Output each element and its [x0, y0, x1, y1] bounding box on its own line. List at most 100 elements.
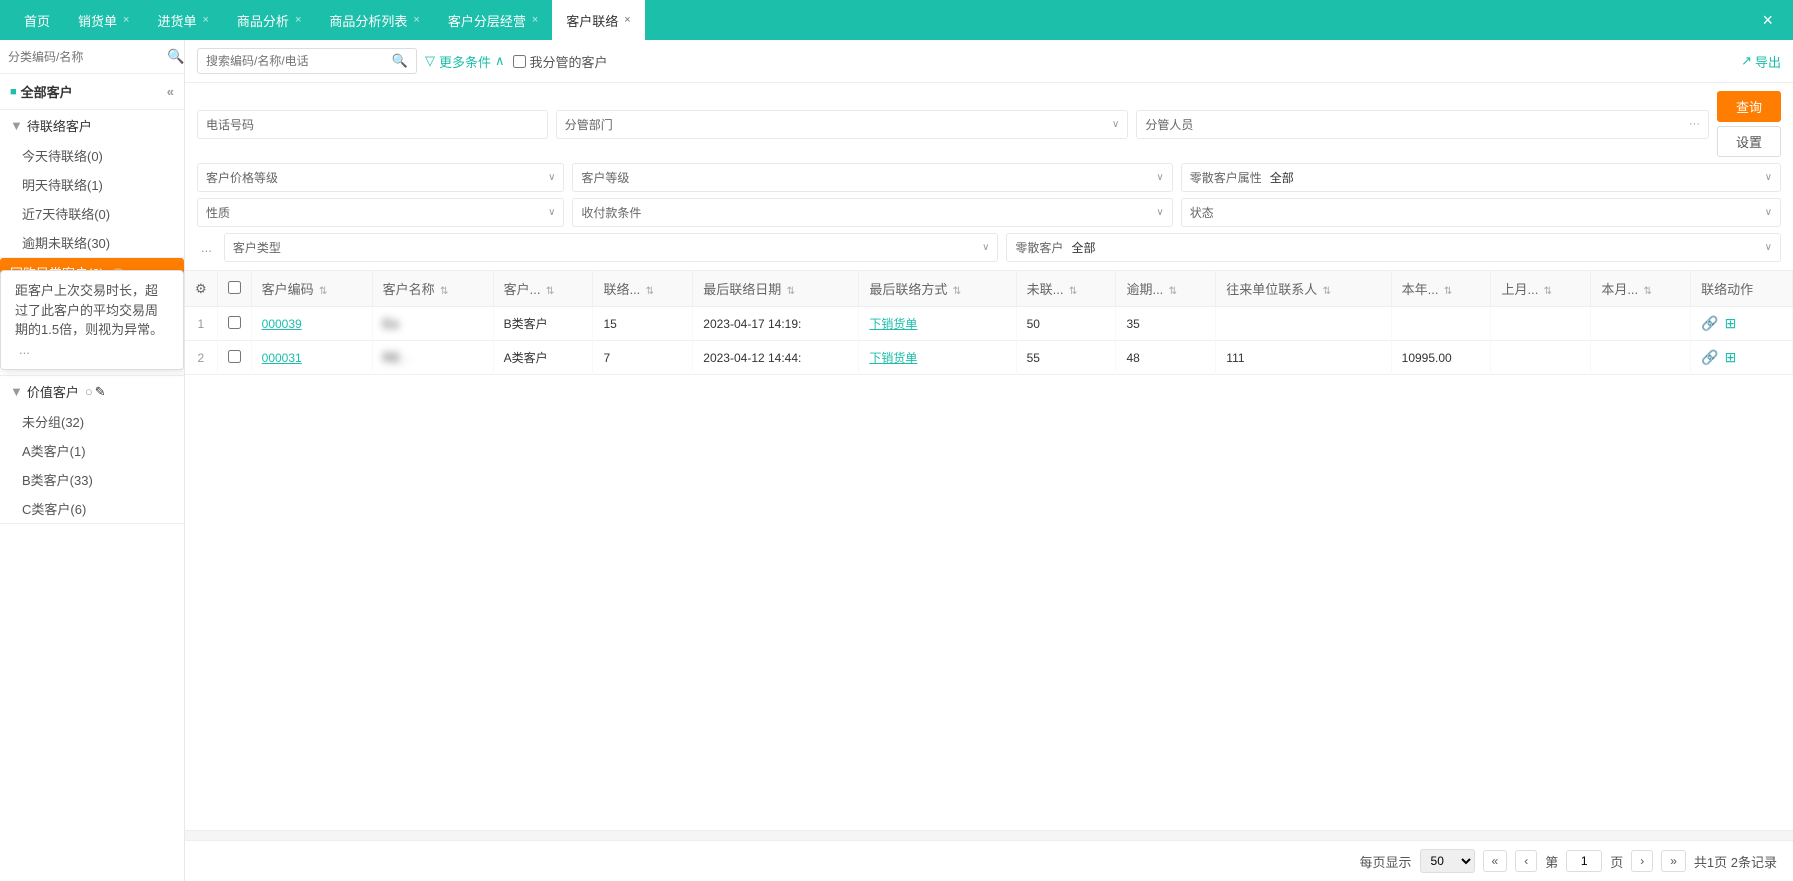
filter-manager[interactable]: 分管人员 ···	[1136, 110, 1709, 139]
nav-purchase-close[interactable]: ×	[202, 14, 208, 26]
nav-customer-tier-close[interactable]: ×	[532, 14, 538, 26]
sidebar-item-7days[interactable]: 近7天待联络(0)	[0, 199, 184, 228]
sidebar-item-unclassified[interactable]: 未分组(32)	[0, 407, 184, 436]
col-last-method[interactable]: 最后联络方式 ⇅	[859, 271, 1016, 307]
row-category-1: B类客户	[493, 307, 593, 341]
nav-analysis-list[interactable]: 商品分析列表 ×	[315, 0, 433, 40]
col-contact-count[interactable]: 联络... ⇅	[593, 271, 693, 307]
action-grid-icon-1[interactable]: ⊞	[1725, 315, 1737, 332]
filter-status[interactable]: 状态 ∨	[1181, 198, 1781, 227]
horizontal-scrollbar[interactable]	[185, 830, 1793, 840]
my-customers-check[interactable]	[513, 55, 526, 68]
method-sort-icon: ⇅	[953, 286, 961, 297]
action-grid-icon-2[interactable]: ⊞	[1725, 349, 1737, 366]
first-page-btn[interactable]: «	[1483, 850, 1508, 872]
col-code[interactable]: 客户编码 ⇅	[251, 271, 372, 307]
customers-table: ⚙ 客户编码 ⇅ 客户名称 ⇅	[185, 271, 1793, 375]
query-btn[interactable]: 查询	[1717, 91, 1781, 122]
search-icon[interactable]: 🔍	[392, 53, 408, 69]
nav-sales[interactable]: 销货单 ×	[64, 0, 143, 40]
sidebar-item-today[interactable]: 今天待联络(0)	[0, 141, 184, 170]
nav-analysis-list-close[interactable]: ×	[413, 14, 419, 26]
chevron-down-icon: ∧	[495, 53, 505, 69]
sidebar-value-edit2-icon[interactable]: ✎	[95, 384, 106, 400]
filter-phone[interactable]: 电话号码	[197, 110, 548, 139]
sidebar-all-customers[interactable]: ■ 全部客户 «	[0, 74, 184, 110]
manager-more-icon[interactable]: ···	[1689, 118, 1700, 130]
filter-payment[interactable]: 收付款条件 ∨	[572, 198, 1172, 227]
col-name[interactable]: 客户名称 ⇅	[372, 271, 493, 307]
sidebar-search-input[interactable]	[8, 50, 163, 64]
sidebar-item-a-class[interactable]: A类客户(1)	[0, 436, 184, 465]
row-last-date-1: 2023-04-17 14:19:	[693, 307, 859, 341]
col-last-date[interactable]: 最后联络日期 ⇅	[693, 271, 859, 307]
col-uncontacted[interactable]: 未联... ⇅	[1016, 271, 1116, 307]
yr-sort-icon: ⇅	[1444, 286, 1452, 297]
row-overdue-2: 48	[1116, 341, 1216, 375]
toolbar-right: ↗ 导出	[1741, 52, 1781, 71]
row-last-method-1[interactable]: 下销货单	[859, 307, 1016, 341]
filter-row-2: 客户价格等级 ∨ 客户等级 ∨ 零散客户属性 全部 ∨	[197, 163, 1781, 192]
sidebar-search-icon[interactable]: 🔍	[167, 48, 184, 65]
sidebar-item-c-class[interactable]: C类客户(6)	[0, 494, 184, 523]
per-page-label: 每页显示	[1360, 852, 1412, 871]
my-customers-checkbox[interactable]: 我分管的客户	[513, 52, 608, 71]
nav-analysis[interactable]: 商品分析 ×	[223, 0, 315, 40]
nav-home[interactable]: 首页	[10, 0, 64, 40]
col-this-month[interactable]: 本月... ⇅	[1591, 271, 1691, 307]
col-this-year[interactable]: 本年... ⇅	[1391, 271, 1491, 307]
nav-sales-close[interactable]: ×	[123, 14, 129, 26]
filter-row-4: ... 客户类型 ∨ 零散客户 全部 ∨	[197, 233, 1781, 262]
col-category[interactable]: 客户... ⇅	[493, 271, 593, 307]
window-close-icon[interactable]: ×	[1762, 10, 1773, 31]
last-page-btn[interactable]: »	[1661, 850, 1686, 872]
sidebar-item-b-class[interactable]: B类客户(33)	[0, 465, 184, 494]
per-page-select[interactable]: 50 100 200	[1420, 849, 1475, 873]
filter-customer-type[interactable]: 客户类型 ∨	[224, 233, 999, 262]
search-input[interactable]	[206, 54, 388, 68]
prev-page-btn[interactable]: ‹	[1515, 850, 1537, 872]
nav-customer-contact[interactable]: 客户联络 ×	[552, 0, 644, 40]
filter-gender[interactable]: 性质 ∨	[197, 198, 564, 227]
col-contacts[interactable]: 往来单位联系人 ⇅	[1216, 271, 1391, 307]
nav-customer-tier[interactable]: 客户分层经营 ×	[434, 0, 552, 40]
sidebar-pending-title[interactable]: ▼ 待联络客户	[0, 110, 184, 141]
page-input[interactable]	[1566, 850, 1602, 872]
nav-analysis-close[interactable]: ×	[295, 14, 301, 26]
page-label: 第	[1545, 852, 1558, 871]
select-all-checkbox[interactable]	[228, 281, 241, 294]
settings-btn[interactable]: 设置	[1717, 126, 1781, 157]
lm-sort-icon: ⇅	[1544, 286, 1552, 297]
row-last-method-2[interactable]: 下销货单	[859, 341, 1016, 375]
export-btn[interactable]: ↗ 导出	[1741, 52, 1781, 71]
sidebar-item-overdue[interactable]: 逾期未联络(30)	[0, 228, 184, 257]
col-last-month[interactable]: 上月... ⇅	[1491, 271, 1591, 307]
more-conditions-btn[interactable]: ▽ 更多条件 ∧	[425, 52, 505, 71]
row-code-1[interactable]: 000039	[251, 307, 372, 341]
filter-retail-attr[interactable]: 零散客户属性 全部 ∨	[1181, 163, 1781, 192]
row-checkbox-1[interactable]	[228, 316, 241, 329]
filter-department[interactable]: 分管部门 ∨	[556, 110, 1129, 139]
nav-customer-contact-close[interactable]: ×	[624, 14, 630, 26]
sidebar-item-tomorrow[interactable]: 明天待联络(1)	[0, 170, 184, 199]
filter-customer-level[interactable]: 客户等级 ∨	[572, 163, 1172, 192]
row-code-2[interactable]: 000031	[251, 341, 372, 375]
settings-icon[interactable]: ⚙	[195, 281, 207, 296]
action-link-icon-1[interactable]: 🔗	[1701, 315, 1718, 332]
more-btn[interactable]: ...	[197, 240, 216, 255]
filter-price-level[interactable]: 客户价格等级 ∨	[197, 163, 564, 192]
sidebar-value-group-header[interactable]: ▼ 价值客户 ○ ✎	[0, 376, 184, 407]
next-page-btn[interactable]: ›	[1631, 850, 1653, 872]
sidebar-collapse-icon[interactable]: «	[167, 84, 174, 99]
filter-retail-customer[interactable]: 零散客户 全部 ∨	[1006, 233, 1781, 262]
row-contact-count-2: 7	[593, 341, 693, 375]
table-row: 1 000039 Ea B类客户 15 2023-04-17 14:19: 下销…	[185, 307, 1793, 341]
action-link-icon-2[interactable]: 🔗	[1701, 349, 1718, 366]
col-action: 联络动作	[1691, 271, 1793, 307]
nav-purchase[interactable]: 进货单 ×	[143, 0, 222, 40]
contact-sort-icon: ⇅	[646, 286, 654, 297]
sidebar-value-edit-icon[interactable]: ○	[85, 384, 93, 399]
col-overdue[interactable]: 逾期... ⇅	[1116, 271, 1216, 307]
row-checkbox-2[interactable]	[228, 350, 241, 363]
row-last-month-2	[1491, 341, 1591, 375]
